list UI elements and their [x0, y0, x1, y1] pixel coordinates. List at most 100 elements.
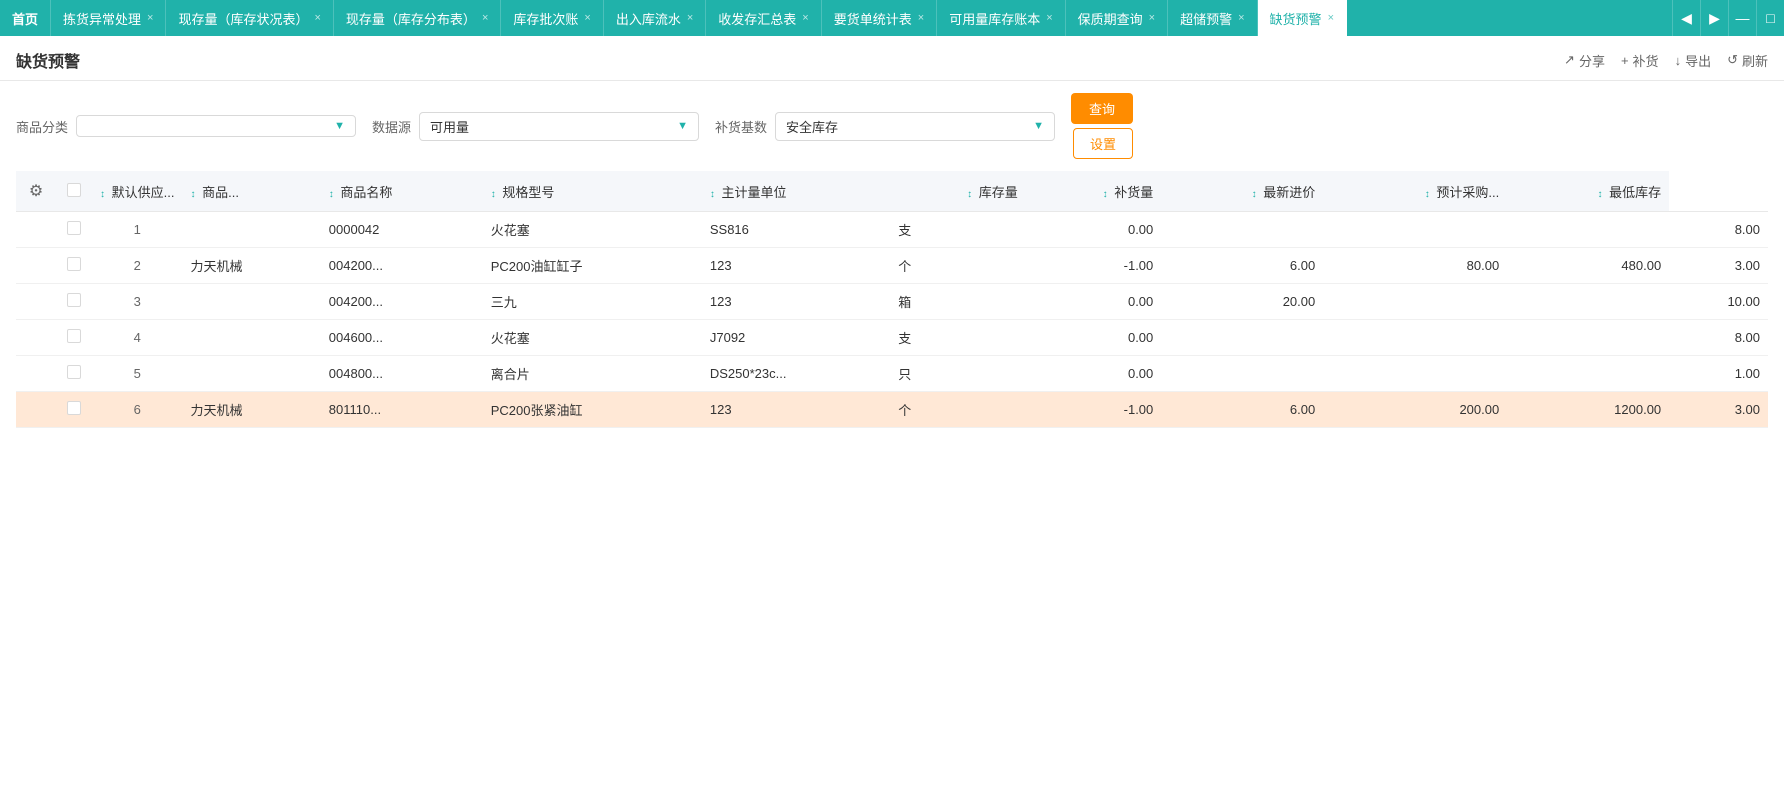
row-stock: 0.00: [1026, 356, 1162, 392]
row-product-name: 火花塞: [483, 212, 702, 248]
table-row: 6 力天机械 801110... PC200张紧油缸 123 个 -1.00 6…: [16, 392, 1768, 428]
refresh-icon: ↺: [1727, 52, 1738, 68]
row-settings-cell: [16, 320, 56, 356]
tab-next-button[interactable]: ▶: [1700, 0, 1728, 36]
row-num: 1: [92, 212, 182, 248]
export-button[interactable]: ↓ 导出: [1675, 51, 1712, 70]
row-checkbox[interactable]: [67, 329, 81, 343]
tab-defect-handling[interactable]: 拣货异常处理 ×: [51, 0, 166, 36]
tab-close-demand-stats[interactable]: ×: [918, 12, 924, 24]
sort-icon-replenish-qty: ↕: [1103, 189, 1108, 200]
replenish-icon: +: [1621, 53, 1629, 68]
replenish-button[interactable]: + 补货: [1621, 51, 1659, 70]
tab-available-ledger[interactable]: 可用量库存账本 ×: [937, 0, 1065, 36]
col-product-code-header: ↕ 商品...: [182, 171, 320, 212]
tab-inventory-status[interactable]: 现存量（库存状况表） ×: [166, 0, 333, 36]
row-product-name: PC200油缸缸子: [483, 248, 702, 284]
row-stock: 0.00: [1026, 320, 1162, 356]
row-spec: SS816: [702, 212, 890, 248]
row-estimated-purchase: [1507, 320, 1669, 356]
tab-batch-account[interactable]: 库存批次账 ×: [501, 0, 603, 36]
row-unit: 支: [890, 212, 1026, 248]
page-header: 缺货预警 ↗ 分享 + 补货 ↓ 导出 ↺ 刷新: [0, 36, 1784, 81]
tab-receipt-summary[interactable]: 收发存汇总表 ×: [706, 0, 821, 36]
row-product-code: 004800...: [321, 356, 483, 392]
row-stock: 0.00: [1026, 212, 1162, 248]
row-latest-price: [1323, 284, 1507, 320]
tab-close-shortage-warning[interactable]: ×: [1328, 12, 1334, 24]
replenish-base-select[interactable]: 安全库存 ▼: [775, 112, 1055, 141]
share-icon: ↗: [1564, 52, 1575, 68]
category-select[interactable]: ▼: [76, 115, 356, 137]
datasource-chevron-icon: ▼: [677, 120, 688, 132]
row-check-cell: [56, 248, 92, 284]
table-row: 5 004800... 离合片 DS250*23c... 只 0.00 1.00: [16, 356, 1768, 392]
replenish-base-chevron-icon: ▼: [1033, 120, 1044, 132]
sort-icon-latest-price: ↕: [1252, 189, 1257, 200]
row-product-name: PC200张紧油缸: [483, 392, 702, 428]
row-spec: 123: [702, 284, 890, 320]
tab-close-expiry-query[interactable]: ×: [1149, 12, 1155, 24]
row-latest-price: 80.00: [1323, 248, 1507, 284]
tab-shortage-warning[interactable]: 缺货预警 ×: [1258, 0, 1347, 36]
tab-inout-flow[interactable]: 出入库流水 ×: [604, 0, 706, 36]
row-unit: 个: [890, 392, 1026, 428]
row-checkbox[interactable]: [67, 221, 81, 235]
refresh-button[interactable]: ↺ 刷新: [1727, 51, 1768, 70]
datasource-select[interactable]: 可用量 ▼: [419, 112, 699, 141]
page-title: 缺货预警: [16, 48, 80, 72]
tab-minimize-button[interactable]: —: [1728, 0, 1756, 36]
category-filter-group: 商品分类 ▼: [16, 115, 356, 137]
settings-button[interactable]: 设置: [1073, 128, 1133, 159]
row-checkbox[interactable]: [67, 257, 81, 271]
row-check-cell: [56, 284, 92, 320]
tab-close-inout-flow[interactable]: ×: [687, 12, 693, 24]
row-min-stock: 8.00: [1669, 212, 1768, 248]
tab-expiry-query[interactable]: 保质期查询 ×: [1066, 0, 1168, 36]
settings-gear-icon[interactable]: ⚙: [29, 183, 43, 200]
tab-close-batch-account[interactable]: ×: [584, 12, 590, 24]
row-replenish-qty: [1161, 356, 1323, 392]
row-num: 3: [92, 284, 182, 320]
select-all-checkbox[interactable]: [67, 183, 81, 197]
tab-close-inventory-dist[interactable]: ×: [482, 12, 488, 24]
table-header-row: ⚙ ↕ 默认供应... ↕ 商品... ↕ 商品名称: [16, 171, 1768, 212]
tab-close-available-ledger[interactable]: ×: [1046, 12, 1052, 24]
row-estimated-purchase: [1507, 212, 1669, 248]
tab-inventory-dist[interactable]: 现存量（库存分布表） ×: [334, 0, 501, 36]
col-check-header: [56, 171, 92, 212]
tab-demand-stats[interactable]: 要货单统计表 ×: [822, 0, 937, 36]
row-check-cell: [56, 356, 92, 392]
tab-close-receipt-summary[interactable]: ×: [802, 12, 808, 24]
row-checkbox[interactable]: [67, 401, 81, 415]
page-content: 缺货预警 ↗ 分享 + 补货 ↓ 导出 ↺ 刷新 商品分类: [0, 36, 1784, 796]
tab-overstock-warning[interactable]: 超储预警 ×: [1168, 0, 1257, 36]
row-check-cell: [56, 392, 92, 428]
row-replenish-qty: [1161, 212, 1323, 248]
datasource-label: 数据源: [372, 117, 411, 136]
data-table: ⚙ ↕ 默认供应... ↕ 商品... ↕ 商品名称: [16, 171, 1768, 428]
row-spec: J7092: [702, 320, 890, 356]
row-default-supplier: [182, 320, 320, 356]
row-settings-cell: [16, 392, 56, 428]
tab-prev-button[interactable]: ◀: [1672, 0, 1700, 36]
tab-close-overstock-warning[interactable]: ×: [1238, 12, 1244, 24]
query-button[interactable]: 查询: [1071, 93, 1133, 124]
tab-maximize-button[interactable]: □: [1756, 0, 1784, 36]
sort-icon-code: ↕: [190, 189, 195, 200]
row-stock: -1.00: [1026, 392, 1162, 428]
row-checkbox[interactable]: [67, 365, 81, 379]
share-button[interactable]: ↗ 分享: [1564, 51, 1605, 70]
tab-close-inventory-status[interactable]: ×: [314, 12, 320, 24]
row-checkbox[interactable]: [67, 293, 81, 307]
category-chevron-icon: ▼: [334, 120, 345, 132]
row-default-supplier: [182, 212, 320, 248]
row-spec: 123: [702, 248, 890, 284]
tab-close-defect-handling[interactable]: ×: [147, 12, 153, 24]
replenish-base-filter-group: 补货基数 安全库存 ▼: [715, 112, 1055, 141]
row-check-cell: [56, 320, 92, 356]
table-body: 1 0000042 火花塞 SS816 支 0.00 8.00 2 力天机械 0…: [16, 212, 1768, 428]
replenish-base-value: 安全库存: [786, 117, 838, 136]
tab-home[interactable]: 首页: [0, 0, 51, 36]
row-estimated-purchase: [1507, 284, 1669, 320]
